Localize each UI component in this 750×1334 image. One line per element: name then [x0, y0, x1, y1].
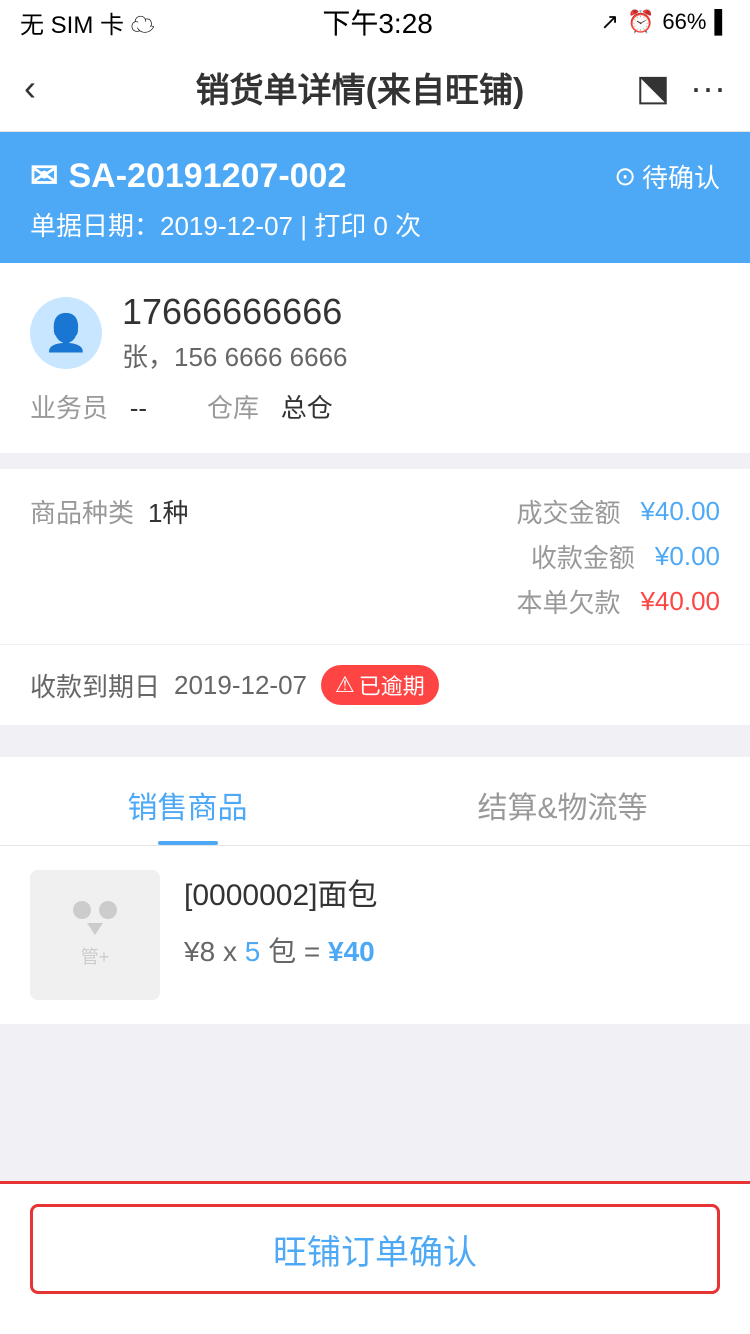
due-date-label: 收款到期日: [30, 667, 160, 704]
price-separator: x: [223, 936, 245, 967]
category-value: 1种: [148, 493, 188, 530]
payment-value: ¥0.00: [655, 541, 720, 572]
owl-plus: 管+: [81, 943, 110, 969]
tab-sales-label: 销售商品: [128, 792, 248, 825]
location-icon: ↗: [601, 9, 619, 35]
tabs-section: 销售商品 结算&物流等: [0, 757, 750, 846]
payment-label: 收款金额: [531, 538, 635, 575]
order-id-row: ✉ SA-20191207-002 ⊙ 待确认: [30, 156, 720, 196]
avatar: 👤: [30, 297, 102, 369]
order-status-text: 待确认: [642, 158, 720, 195]
back-button[interactable]: ‹: [24, 67, 84, 109]
owl-eye-right: [99, 901, 117, 919]
order-icon: ✉: [30, 156, 59, 196]
alarm-icon: ⏰: [627, 9, 654, 35]
owl-logo: 管+: [73, 901, 117, 969]
warehouse-label: 仓库: [207, 393, 259, 423]
product-quantity: 5: [245, 936, 261, 967]
warning-icon: ⚠: [335, 672, 355, 698]
category-label: 商品种类: [30, 493, 134, 530]
summary-section: 商品种类 1种 成交金额 ¥40.00 收款金额 ¥0.00 本单欠款 ¥40.…: [0, 469, 750, 644]
customer-meta: 业务员 -- 仓库 总仓: [30, 388, 720, 425]
product-total: ¥40: [328, 936, 375, 967]
nav-bar: ‹ 销货单详情(来自旺铺) ⬔ ···: [0, 44, 750, 132]
avatar-icon: 👤: [44, 312, 89, 354]
deal-value: ¥40.00: [640, 496, 720, 527]
product-thumbnail: 管+: [30, 870, 160, 1000]
due-date-section: 收款到期日 2019-12-07 ⚠ 已逾期: [0, 644, 750, 725]
status-right: ↗ ⏰ 66% ▌: [601, 9, 730, 35]
product-item: 管+ [0000002]面包 ¥8 x 5 包 = ¥40: [30, 870, 720, 1000]
equals-sign: =: [304, 936, 328, 967]
confirm-order-label: 旺铺订单确认: [273, 1225, 477, 1274]
balance-value: ¥40.00: [640, 586, 720, 617]
owl-eye-left: [73, 901, 91, 919]
warehouse-value: 总仓: [281, 393, 333, 423]
salesperson-field: 业务员 --: [30, 388, 147, 425]
owl-eyes: [73, 901, 117, 919]
divider-2: [0, 725, 750, 741]
share-icon[interactable]: ⬔: [636, 67, 670, 109]
page-title: 销货单详情(来自旺铺): [196, 63, 525, 112]
tab-settlement-label: 结算&物流等: [477, 792, 647, 825]
customer-section: 👤 17666666666 张，156 6666 6666 业务员 -- 仓库 …: [0, 263, 750, 453]
status-bar: 无 SIM 卡 ☁ 下午3:28 ↗ ⏰ 66% ▌: [0, 0, 750, 44]
salesperson-label: 业务员: [30, 393, 108, 423]
more-icon[interactable]: ···: [690, 67, 726, 109]
product-price: ¥8: [184, 936, 215, 967]
order-date: 单据日期：2019-12-07 | 打印 0 次: [30, 206, 720, 243]
due-date-value: 2019-12-07: [174, 670, 307, 701]
status-left: 无 SIM 卡 ☁: [20, 5, 155, 40]
deal-label: 成交金额: [516, 493, 620, 530]
product-info: [0000002]面包 ¥8 x 5 包 = ¥40: [184, 870, 720, 970]
product-section: 管+ [0000002]面包 ¥8 x 5 包 = ¥40: [0, 846, 750, 1024]
order-status: ⊙ 待确认: [614, 158, 720, 195]
summary-left: 商品种类 1种: [30, 493, 188, 530]
customer-info: 17666666666 张，156 6666 6666: [122, 291, 348, 374]
battery-icon: ▌: [714, 9, 730, 35]
status-time: 下午3:28: [322, 2, 433, 42]
tab-settlement[interactable]: 结算&物流等: [375, 757, 750, 845]
product-name: [0000002]面包: [184, 870, 720, 914]
order-id: ✉ SA-20191207-002: [30, 156, 346, 196]
summary-right: 成交金额 ¥40.00 收款金额 ¥0.00 本单欠款 ¥40.00: [516, 493, 720, 620]
customer-name: 张，156 6666 6666: [122, 337, 348, 374]
tab-sales[interactable]: 销售商品: [0, 757, 375, 845]
order-id-text: SA-20191207-002: [69, 157, 347, 196]
salesperson-value: --: [130, 393, 147, 423]
battery-level: 66%: [662, 9, 706, 35]
customer-phone: 17666666666: [122, 291, 348, 333]
product-price-row: ¥8 x 5 包 = ¥40: [184, 930, 720, 970]
warehouse-field: 仓库 总仓: [207, 388, 333, 425]
balance-amount-row: 本单欠款 ¥40.00: [516, 583, 720, 620]
clock-icon: ⊙: [614, 161, 636, 192]
payment-amount-row: 收款金额 ¥0.00: [531, 538, 720, 575]
divider-1: [0, 453, 750, 469]
balance-label: 本单欠款: [516, 583, 620, 620]
overdue-text: 已逾期: [359, 669, 425, 701]
overdue-badge: ⚠ 已逾期: [321, 665, 439, 705]
order-header: ✉ SA-20191207-002 ⊙ 待确认 单据日期：2019-12-07 …: [0, 132, 750, 263]
confirm-order-button[interactable]: 旺铺订单确认: [30, 1204, 720, 1294]
customer-row: 👤 17666666666 张，156 6666 6666: [30, 291, 720, 374]
sim-status: 无 SIM 卡 ☁: [20, 5, 155, 40]
owl-beak: [87, 923, 103, 935]
deal-amount-row: 成交金额 ¥40.00: [516, 493, 720, 530]
bottom-area: 旺铺订单确认: [0, 1181, 750, 1334]
product-unit: 包: [268, 936, 296, 967]
nav-actions: ⬔ ···: [636, 67, 726, 109]
